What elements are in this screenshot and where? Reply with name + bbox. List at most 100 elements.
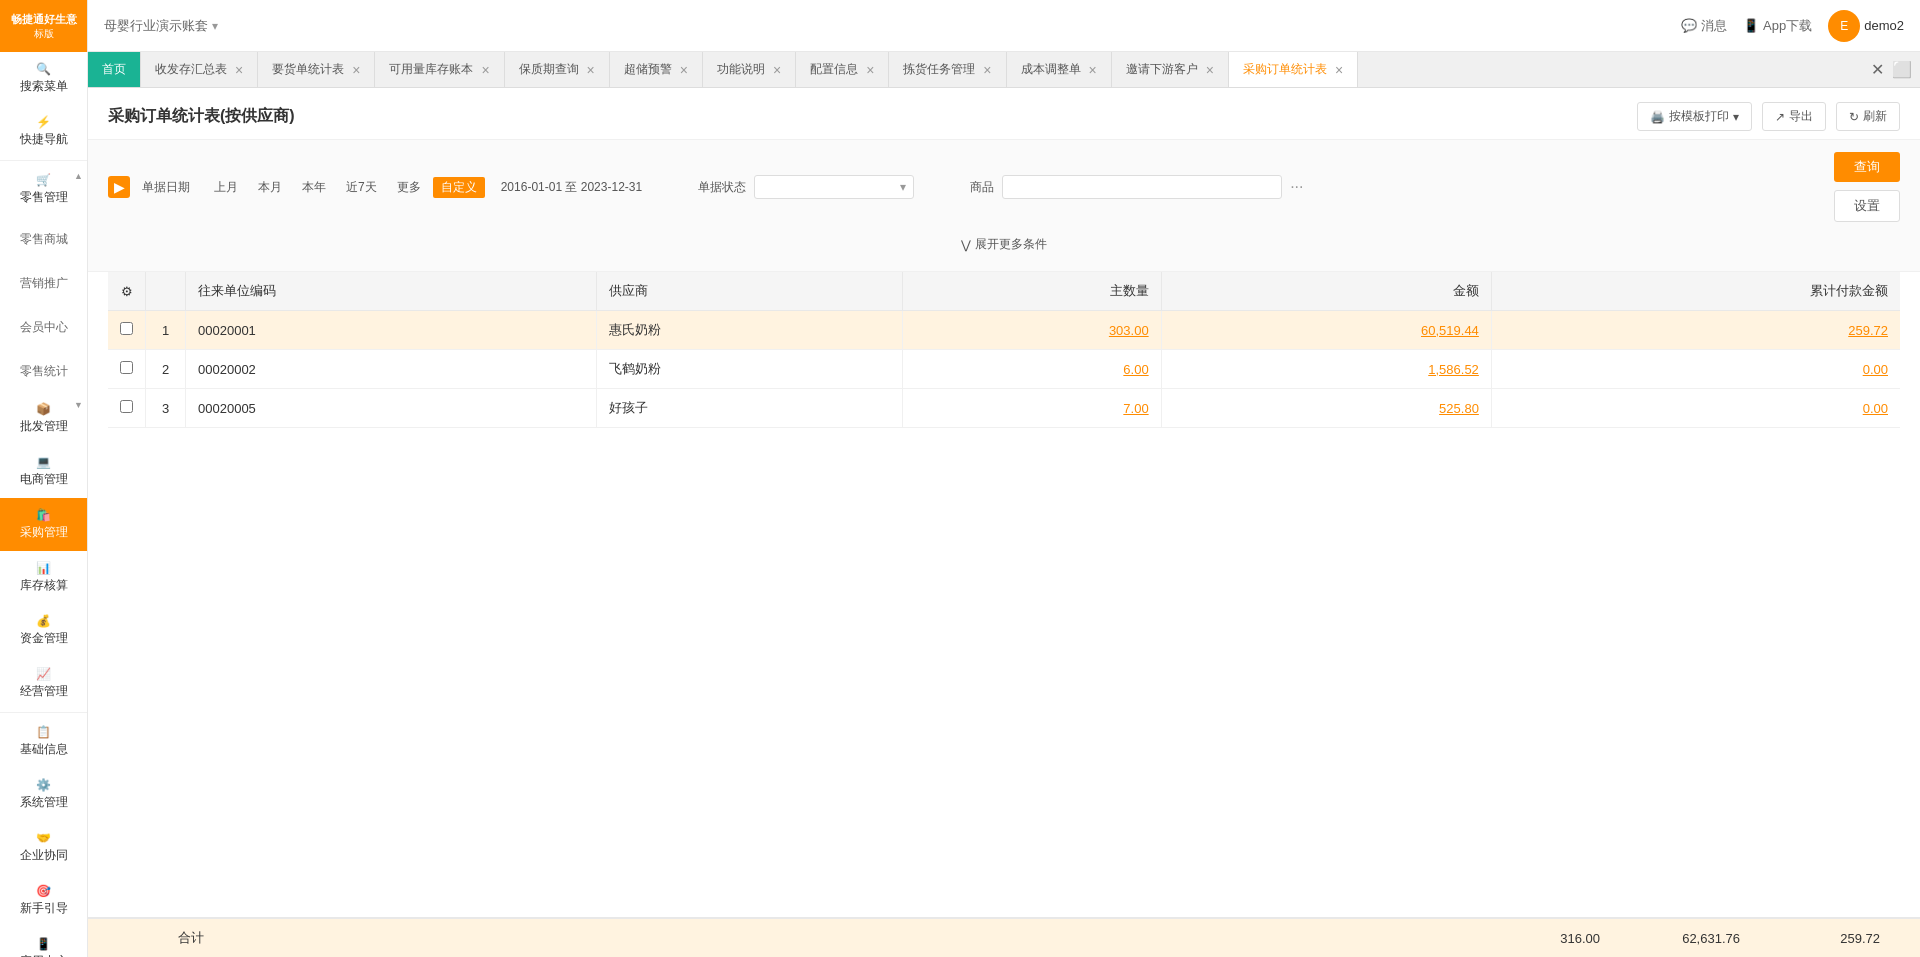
tab-inventory-ledger[interactable]: 可用量库存账本 × bbox=[375, 52, 504, 88]
sidebar-item-inventory[interactable]: 📊 库存核算 bbox=[0, 551, 87, 604]
finance-icon: 💰 bbox=[36, 614, 51, 628]
sidebar-item-system[interactable]: ⚙️ 系统管理 bbox=[0, 768, 87, 821]
table-row[interactable]: 1 00020001 惠氏奶粉 303.00 60,519.44 259.72 bbox=[108, 311, 1900, 350]
row-paid[interactable]: 0.00 bbox=[1491, 350, 1900, 389]
sidebar-item-wholesale[interactable]: 📦 批发管理 ▼ bbox=[0, 392, 87, 445]
tab-validity-query-close[interactable]: × bbox=[587, 62, 595, 78]
sidebar-item-finance[interactable]: 💰 资金管理 bbox=[0, 604, 87, 657]
workspace-name: 母婴行业演示账套 bbox=[104, 17, 208, 35]
table-row[interactable]: 3 00020005 好孩子 7.00 525.80 0.00 bbox=[108, 389, 1900, 428]
footer-qty: 316.00 bbox=[1560, 931, 1660, 946]
row-checkbox[interactable] bbox=[108, 350, 146, 389]
app-download-btn[interactable]: 📱 App下载 bbox=[1743, 17, 1812, 35]
sidebar-item-retail-stats[interactable]: 零售统计 bbox=[0, 348, 87, 392]
sidebar-item-marketing[interactable]: 营销推广 bbox=[0, 260, 87, 304]
user-avatar: E bbox=[1828, 10, 1860, 42]
tab-config-info[interactable]: 配置信息 × bbox=[796, 52, 889, 88]
sidebar-item-new-guide-label: 新手引导 bbox=[20, 900, 68, 917]
sidebar-item-enterprise[interactable]: 🤝 企业协同 bbox=[0, 821, 87, 874]
row-paid[interactable]: 0.00 bbox=[1491, 389, 1900, 428]
tab-goods-stats-label: 要货单统计表 bbox=[272, 61, 344, 78]
tab-config-info-close[interactable]: × bbox=[866, 62, 874, 78]
sidebar-item-member[interactable]: 会员中心 bbox=[0, 304, 87, 348]
tab-picking-task[interactable]: 拣货任务管理 × bbox=[889, 52, 1006, 88]
status-select[interactable] bbox=[754, 175, 914, 199]
row-qty[interactable]: 6.00 bbox=[903, 350, 1161, 389]
row-amount[interactable]: 525.80 bbox=[1161, 389, 1491, 428]
user-initial: E bbox=[1840, 19, 1848, 33]
tab-validity-query-label: 保质期查询 bbox=[519, 61, 579, 78]
date-custom-badge[interactable]: 自定义 bbox=[433, 177, 485, 198]
tab-overstock-alert-label: 超储预警 bbox=[624, 61, 672, 78]
tab-goods-stats[interactable]: 要货单统计表 × bbox=[258, 52, 375, 88]
row-check-input[interactable] bbox=[120, 322, 133, 335]
row-check-input[interactable] bbox=[120, 400, 133, 413]
tab-receive-summary-close[interactable]: × bbox=[235, 62, 243, 78]
workspace-dropdown-icon: ▾ bbox=[212, 19, 218, 33]
sidebar-item-retail-mall-label: 零售商城 bbox=[20, 231, 68, 248]
goods-more-icon[interactable]: ··· bbox=[1290, 178, 1303, 196]
tabs-bar: 首页 收发存汇总表 × 要货单统计表 × 可用量库存账本 × 保质期查询 × 超… bbox=[88, 52, 1920, 88]
tab-validity-query[interactable]: 保质期查询 × bbox=[505, 52, 610, 88]
sidebar-item-search[interactable]: 🔍 搜索菜单 bbox=[0, 52, 87, 105]
date-shortcut-more[interactable]: 更多 bbox=[389, 177, 429, 198]
tab-cost-adjust-close[interactable]: × bbox=[1089, 62, 1097, 78]
tab-inventory-ledger-close[interactable]: × bbox=[481, 62, 489, 78]
sidebar-item-shortcut[interactable]: ⚡ 快捷导航 bbox=[0, 105, 87, 158]
row-checkbox[interactable] bbox=[108, 389, 146, 428]
settings-icon[interactable]: ⚙ bbox=[121, 284, 133, 299]
tab-purchase-stats[interactable]: 采购订单统计表 × bbox=[1229, 52, 1358, 88]
sidebar-item-purchase[interactable]: 🛍️ 采购管理 bbox=[0, 498, 87, 551]
wholesale-expand-icon: ▼ bbox=[74, 400, 83, 410]
tab-home[interactable]: 首页 bbox=[88, 52, 141, 88]
tab-picking-task-close[interactable]: × bbox=[983, 62, 991, 78]
row-amount[interactable]: 60,519.44 bbox=[1161, 311, 1491, 350]
refresh-button[interactable]: ↻ 刷新 bbox=[1836, 102, 1900, 131]
table-row[interactable]: 2 00020002 飞鹤奶粉 6.00 1,586.52 0.00 bbox=[108, 350, 1900, 389]
row-code: 00020002 bbox=[186, 350, 597, 389]
row-qty[interactable]: 303.00 bbox=[903, 311, 1161, 350]
sidebar-item-retail-mall[interactable]: 零售商城 bbox=[0, 216, 87, 260]
sidebar-item-retail[interactable]: 🛒 零售管理 ▲ bbox=[0, 163, 87, 216]
print-button[interactable]: 🖨️ 按模板打印 ▾ bbox=[1637, 102, 1752, 131]
th-paid: 累计付款金额 bbox=[1491, 272, 1900, 311]
date-shortcut-7days[interactable]: 近7天 bbox=[338, 177, 385, 198]
goods-input[interactable] bbox=[1002, 175, 1282, 199]
tab-close-all-btn[interactable]: ✕ bbox=[1871, 60, 1884, 79]
date-shortcut-this-month[interactable]: 本月 bbox=[250, 177, 290, 198]
expand-more-label: 展开更多条件 bbox=[975, 236, 1047, 253]
th-code: 往来单位编码 bbox=[186, 272, 597, 311]
page-header: 采购订单统计表(按供应商) 🖨️ 按模板打印 ▾ ↗ 导出 ↻ 刷新 bbox=[88, 88, 1920, 140]
row-checkbox[interactable] bbox=[108, 311, 146, 350]
row-check-input[interactable] bbox=[120, 361, 133, 374]
row-qty[interactable]: 7.00 bbox=[903, 389, 1161, 428]
sidebar-item-app-center[interactable]: 📱 应用中心 bbox=[0, 927, 87, 957]
sidebar-item-ecommerce[interactable]: 💻 电商管理 bbox=[0, 445, 87, 498]
tab-goods-stats-close[interactable]: × bbox=[352, 62, 360, 78]
tab-overstock-alert-close[interactable]: × bbox=[680, 62, 688, 78]
tab-purchase-stats-close[interactable]: × bbox=[1335, 62, 1343, 78]
message-btn[interactable]: 💬 消息 bbox=[1681, 17, 1727, 35]
tab-receive-summary[interactable]: 收发存汇总表 × bbox=[141, 52, 258, 88]
tab-expand-btn[interactable]: ⬜ bbox=[1892, 60, 1912, 79]
tab-function-desc[interactable]: 功能说明 × bbox=[703, 52, 796, 88]
row-paid[interactable]: 259.72 bbox=[1491, 311, 1900, 350]
tab-invite-downstream[interactable]: 邀请下游客户 × bbox=[1112, 52, 1229, 88]
row-amount[interactable]: 1,586.52 bbox=[1161, 350, 1491, 389]
workspace-selector[interactable]: 母婴行业演示账套 ▾ bbox=[104, 17, 218, 35]
filter-toggle-btn[interactable]: ▶ bbox=[108, 176, 130, 198]
expand-more-btn[interactable]: ⋁ 展开更多条件 bbox=[961, 230, 1047, 259]
tab-function-desc-close[interactable]: × bbox=[773, 62, 781, 78]
query-button[interactable]: 查询 bbox=[1834, 152, 1900, 182]
tab-invite-downstream-close[interactable]: × bbox=[1206, 62, 1214, 78]
sidebar-item-operation[interactable]: 📈 经营管理 bbox=[0, 657, 87, 710]
tab-cost-adjust[interactable]: 成本调整单 × bbox=[1007, 52, 1112, 88]
settings-button[interactable]: 设置 bbox=[1834, 190, 1900, 222]
sidebar-item-new-guide[interactable]: 🎯 新手引导 bbox=[0, 874, 87, 927]
tab-overstock-alert[interactable]: 超储预警 × bbox=[610, 52, 703, 88]
sidebar-item-basic-info[interactable]: 📋 基础信息 bbox=[0, 715, 87, 768]
export-button[interactable]: ↗ 导出 bbox=[1762, 102, 1826, 131]
date-shortcut-this-year[interactable]: 本年 bbox=[294, 177, 334, 198]
date-shortcut-last-month[interactable]: 上月 bbox=[206, 177, 246, 198]
user-profile[interactable]: E demo2 bbox=[1828, 10, 1904, 42]
